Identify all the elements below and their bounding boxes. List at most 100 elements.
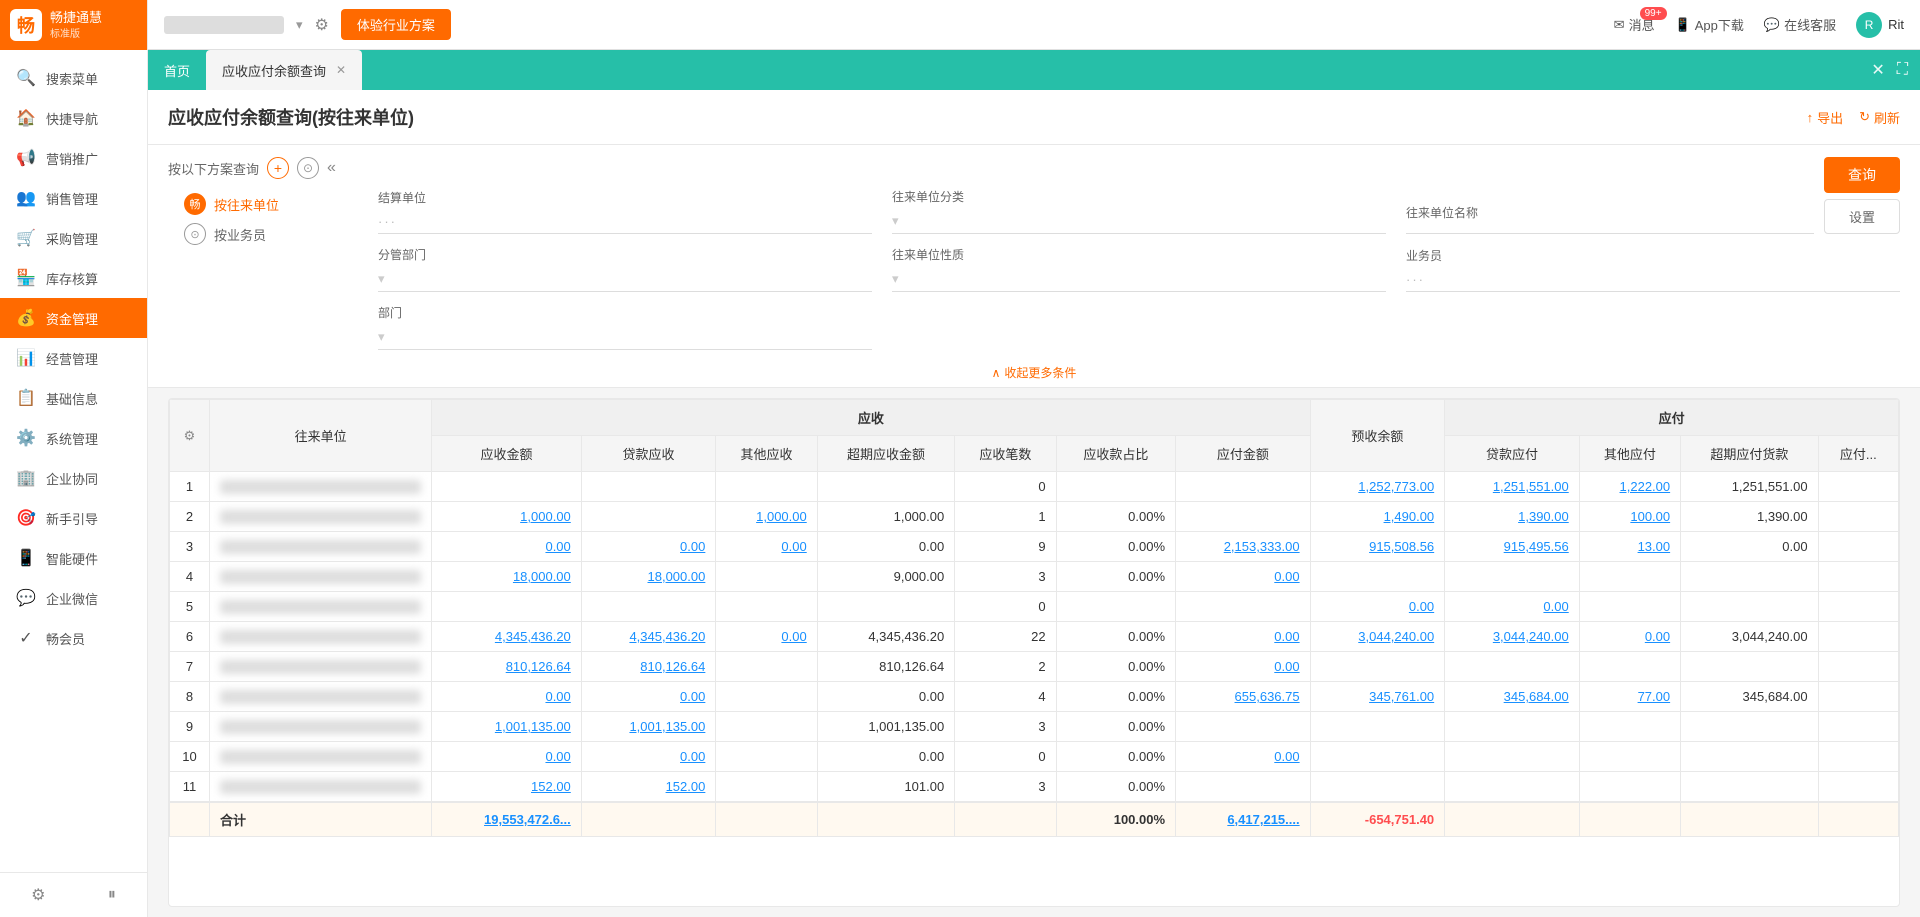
cell-ap-loan[interactable]: 1,251,551.00 [1445, 472, 1580, 502]
filter-add-btn[interactable]: + [267, 157, 289, 179]
collapse-row[interactable]: ∧ 收起更多条件 [168, 358, 1900, 387]
tab-maximize-btn[interactable]: ⛶ [1897, 61, 1908, 79]
cell-ap-amount[interactable]: 1,252,773.00 [1310, 472, 1445, 502]
cell-ar-amount[interactable] [432, 592, 582, 622]
cell-ar-other[interactable] [716, 472, 817, 502]
cell-ar-loan[interactable]: 0.00 [581, 532, 716, 562]
filter-setting-circle-btn[interactable]: ⊙ [297, 157, 319, 179]
cell-ar-loan[interactable] [581, 502, 716, 532]
footer-ar-amount[interactable]: 19,553,472.6... [432, 802, 582, 837]
cell-ar-other[interactable] [716, 592, 817, 622]
solution-button[interactable]: 体验行业方案 [341, 9, 451, 40]
sidebar-item-smart-device[interactable]: 📱 智能硬件 [0, 538, 147, 578]
cell-ar-amount[interactable]: 1,001,135.00 [432, 712, 582, 742]
online-service-btn[interactable]: 💬 在线客服 [1764, 15, 1836, 34]
cell-ap-other[interactable] [1579, 712, 1680, 742]
cell-ap-amount[interactable]: 1,490.00 [1310, 502, 1445, 532]
cell-ar-amount[interactable]: 1,000.00 [432, 502, 582, 532]
notification-btn[interactable]: ✉ 消息 99+ [1614, 15, 1655, 34]
sidebar-item-search-menu[interactable]: 🔍 搜索菜单 [0, 58, 147, 98]
cell-ap-other[interactable] [1579, 772, 1680, 803]
cell-ar-loan[interactable]: 152.00 [581, 772, 716, 803]
cell-ar-prepaid[interactable]: 0.00 [1176, 742, 1311, 772]
cell-ar-loan[interactable]: 0.00 [581, 742, 716, 772]
filter-field-partner-name-input[interactable] [1406, 225, 1814, 234]
sidebar-item-basic-info[interactable]: 📋 基础信息 [0, 378, 147, 418]
cell-ar-amount[interactable]: 0.00 [432, 532, 582, 562]
cell-ar-other[interactable]: 1,000.00 [716, 502, 817, 532]
cell-ap-amount[interactable]: 345,761.00 [1310, 682, 1445, 712]
setting-btn[interactable]: 设置 [1824, 199, 1900, 234]
cell-ar-amount[interactable]: 0.00 [432, 682, 582, 712]
cell-ar-loan[interactable]: 4,345,436.20 [581, 622, 716, 652]
sidebar-item-enterprise[interactable]: 🏢 企业协同 [0, 458, 147, 498]
cell-ar-prepaid[interactable]: 0.00 [1176, 622, 1311, 652]
cell-ar-amount[interactable]: 152.00 [432, 772, 582, 803]
cell-ar-prepaid[interactable] [1176, 772, 1311, 803]
cell-ar-other[interactable] [716, 712, 817, 742]
cell-ap-other[interactable] [1579, 592, 1680, 622]
cell-ap-loan[interactable] [1445, 562, 1580, 592]
cell-ar-loan[interactable] [581, 472, 716, 502]
cell-ap-amount[interactable] [1310, 652, 1445, 682]
cell-ar-amount[interactable] [432, 472, 582, 502]
app-download-btn[interactable]: 📱 App下载 [1675, 15, 1744, 34]
filter-scheme-by-unit[interactable]: 畅 按往来单位 [178, 189, 368, 219]
sidebar-item-finance[interactable]: 💰 资金管理 [0, 298, 147, 338]
cell-ap-loan[interactable]: 915,495.56 [1445, 532, 1580, 562]
cell-ar-prepaid[interactable] [1176, 502, 1311, 532]
cell-ap-other[interactable]: 0.00 [1579, 622, 1680, 652]
cell-ap-amount[interactable] [1310, 772, 1445, 803]
cell-ar-other[interactable] [716, 652, 817, 682]
tab-close-window-btn[interactable]: ✕ [1871, 60, 1884, 80]
cell-ap-amount[interactable] [1310, 712, 1445, 742]
cell-ar-loan[interactable]: 810,126.64 [581, 652, 716, 682]
refresh-btn[interactable]: ↻ 刷新 [1859, 108, 1900, 127]
cell-ap-amount[interactable]: 0.00 [1310, 592, 1445, 622]
cell-ar-prepaid[interactable]: 655,636.75 [1176, 682, 1311, 712]
user-profile[interactable]: R Rit [1856, 12, 1904, 38]
sidebar-item-operation[interactable]: 📊 经营管理 [0, 338, 147, 378]
sidebar-settings-btn[interactable]: ⚙ [31, 885, 45, 905]
cell-ar-amount[interactable]: 0.00 [432, 742, 582, 772]
sidebar-item-newbie[interactable]: 🎯 新手引导 [0, 498, 147, 538]
cell-ar-loan[interactable]: 18,000.00 [581, 562, 716, 592]
cell-ar-loan[interactable]: 0.00 [581, 682, 716, 712]
sidebar-collapse-btn[interactable]: ⏸ [108, 886, 116, 904]
sidebar-item-marketing[interactable]: 📢 营销推广 [0, 138, 147, 178]
cell-ar-other[interactable]: 0.00 [716, 532, 817, 562]
cell-ap-loan[interactable]: 0.00 [1445, 592, 1580, 622]
sidebar-item-system[interactable]: ⚙️ 系统管理 [0, 418, 147, 458]
cell-ap-amount[interactable]: 915,508.56 [1310, 532, 1445, 562]
cell-ar-prepaid[interactable] [1176, 592, 1311, 622]
cell-ap-other[interactable]: 13.00 [1579, 532, 1680, 562]
table-gear-icon[interactable]: ⚙ [184, 428, 196, 443]
tab-ar-ap[interactable]: 应收应付余额查询 ✕ [206, 50, 362, 90]
partner-nature-input[interactable]: ▾ [892, 267, 1386, 292]
sidebar-item-quick-nav[interactable]: 🏠 快捷导航 [0, 98, 147, 138]
breadcrumb-chevron-icon[interactable]: ▾ [296, 17, 303, 33]
salesman-input[interactable]: ··· [1406, 268, 1900, 292]
tab-close-icon[interactable]: ✕ [336, 63, 346, 77]
cell-ap-other[interactable] [1579, 652, 1680, 682]
cell-ar-loan[interactable]: 1,001,135.00 [581, 712, 716, 742]
cell-ap-amount[interactable]: 3,044,240.00 [1310, 622, 1445, 652]
cell-ap-other[interactable] [1579, 742, 1680, 772]
footer-ar-prepaid[interactable]: 6,417,215.... [1176, 802, 1311, 837]
cell-ar-other[interactable] [716, 562, 817, 592]
cell-ap-loan[interactable] [1445, 652, 1580, 682]
cell-ap-loan[interactable] [1445, 742, 1580, 772]
cell-ap-loan[interactable]: 1,390.00 [1445, 502, 1580, 532]
cell-ar-amount[interactable]: 4,345,436.20 [432, 622, 582, 652]
cell-ap-other[interactable]: 77.00 [1579, 682, 1680, 712]
cell-ar-other[interactable] [716, 772, 817, 803]
filter-scheme-by-salesman[interactable]: ⊙ 按业务员 [178, 219, 368, 249]
cell-ap-amount[interactable] [1310, 742, 1445, 772]
cell-ar-prepaid[interactable] [1176, 712, 1311, 742]
sidebar-item-wechat[interactable]: 💬 企业微信 [0, 578, 147, 618]
cell-ar-prepaid[interactable]: 0.00 [1176, 562, 1311, 592]
cell-ap-loan[interactable]: 3,044,240.00 [1445, 622, 1580, 652]
cell-ar-other[interactable] [716, 742, 817, 772]
cell-ar-other[interactable]: 0.00 [716, 622, 817, 652]
cell-ap-loan[interactable]: 345,684.00 [1445, 682, 1580, 712]
